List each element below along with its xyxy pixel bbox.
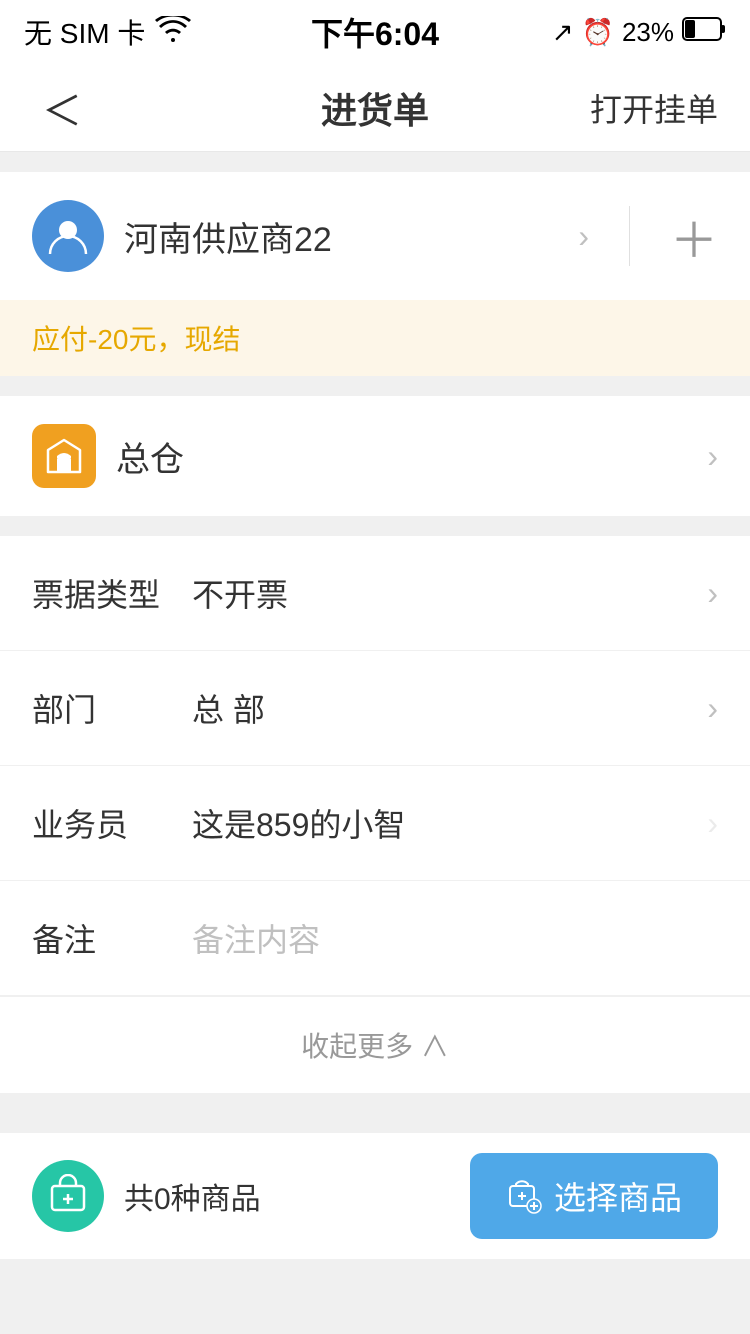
invoice-type-key: 票据类型 <box>32 570 172 616</box>
goods-count: 共0种商品 <box>124 1174 470 1218</box>
salesperson-value: 这是859的小智 <box>192 800 707 846</box>
department-chevron-icon: › <box>707 690 718 727</box>
status-bar: 无 SIM 卡 下午6:04 ↗ ⏰ 23% <box>0 0 750 64</box>
salesperson-key: 业务员 <box>32 800 172 846</box>
warehouse-chevron-icon: › <box>707 438 718 475</box>
alarm-icon: ⏰ <box>582 17 614 48</box>
department-row[interactable]: 部门 总 部 › <box>0 651 750 766</box>
wifi-icon <box>155 16 191 49</box>
remark-key: 备注 <box>32 915 172 961</box>
battery-label: 23% <box>622 17 674 48</box>
location-icon: ↗ <box>552 17 574 48</box>
battery-icon <box>682 17 726 48</box>
notice-bar: 应付-20元，现结 <box>0 300 750 376</box>
select-goods-button[interactable]: 选择商品 <box>470 1153 718 1239</box>
department-value: 总 部 <box>192 685 707 731</box>
remark-row[interactable]: 备注 备注内容 <box>0 881 750 996</box>
supplier-chevron-icon: › <box>578 218 589 255</box>
invoice-type-value: 不开票 <box>192 570 707 616</box>
open-pending-button[interactable]: 打开挂单 <box>590 85 718 131</box>
divider <box>629 206 630 266</box>
salesperson-row[interactable]: 业务员 这是859的小智 › <box>0 766 750 881</box>
add-supplier-button[interactable]: ＋ <box>670 201 718 271</box>
status-time: 下午6:04 <box>311 9 439 55</box>
collapse-row[interactable]: 收起更多 ∧ <box>0 996 750 1093</box>
warehouse-icon-wrap <box>32 424 96 488</box>
notice-text: 应付-20元，现结 <box>32 324 240 355</box>
section-gap-1 <box>0 152 750 172</box>
goods-icon-wrap <box>32 1160 104 1232</box>
section-gap-2 <box>0 376 750 396</box>
back-button[interactable]: ＜ <box>32 69 92 147</box>
section-gap-3 <box>0 516 750 536</box>
supplier-avatar <box>32 200 104 272</box>
supplier-section: 河南供应商22 › ＋ 应付-20元，现结 <box>0 172 750 376</box>
status-right: ↗ ⏰ 23% <box>552 17 726 48</box>
nav-bar: ＜ 进货单 打开挂单 <box>0 64 750 152</box>
warehouse-label: 总仓 <box>116 432 707 481</box>
salesperson-chevron-icon: › <box>707 805 718 842</box>
supplier-name: 河南供应商22 <box>124 212 578 261</box>
bottom-bar: 共0种商品 选择商品 <box>0 1133 750 1259</box>
remark-value: 备注内容 <box>192 915 718 961</box>
warehouse-row[interactable]: 总仓 › <box>0 396 750 516</box>
supplier-row[interactable]: 河南供应商22 › ＋ <box>0 172 750 300</box>
status-left: 无 SIM 卡 <box>24 12 191 52</box>
warehouse-section: 总仓 › <box>0 396 750 516</box>
invoice-type-chevron-icon: › <box>707 575 718 612</box>
invoice-type-row[interactable]: 票据类型 不开票 › <box>0 536 750 651</box>
department-key: 部门 <box>32 685 172 731</box>
section-gap-4 <box>0 1093 750 1113</box>
nav-title: 进货单 <box>321 82 429 134</box>
select-goods-label: 选择商品 <box>554 1173 682 1219</box>
carrier-label: 无 SIM 卡 <box>24 12 145 52</box>
collapse-label: 收起更多 ∧ <box>301 1025 449 1065</box>
form-section: 票据类型 不开票 › 部门 总 部 › 业务员 这是859的小智 › 备注 备注… <box>0 536 750 1093</box>
